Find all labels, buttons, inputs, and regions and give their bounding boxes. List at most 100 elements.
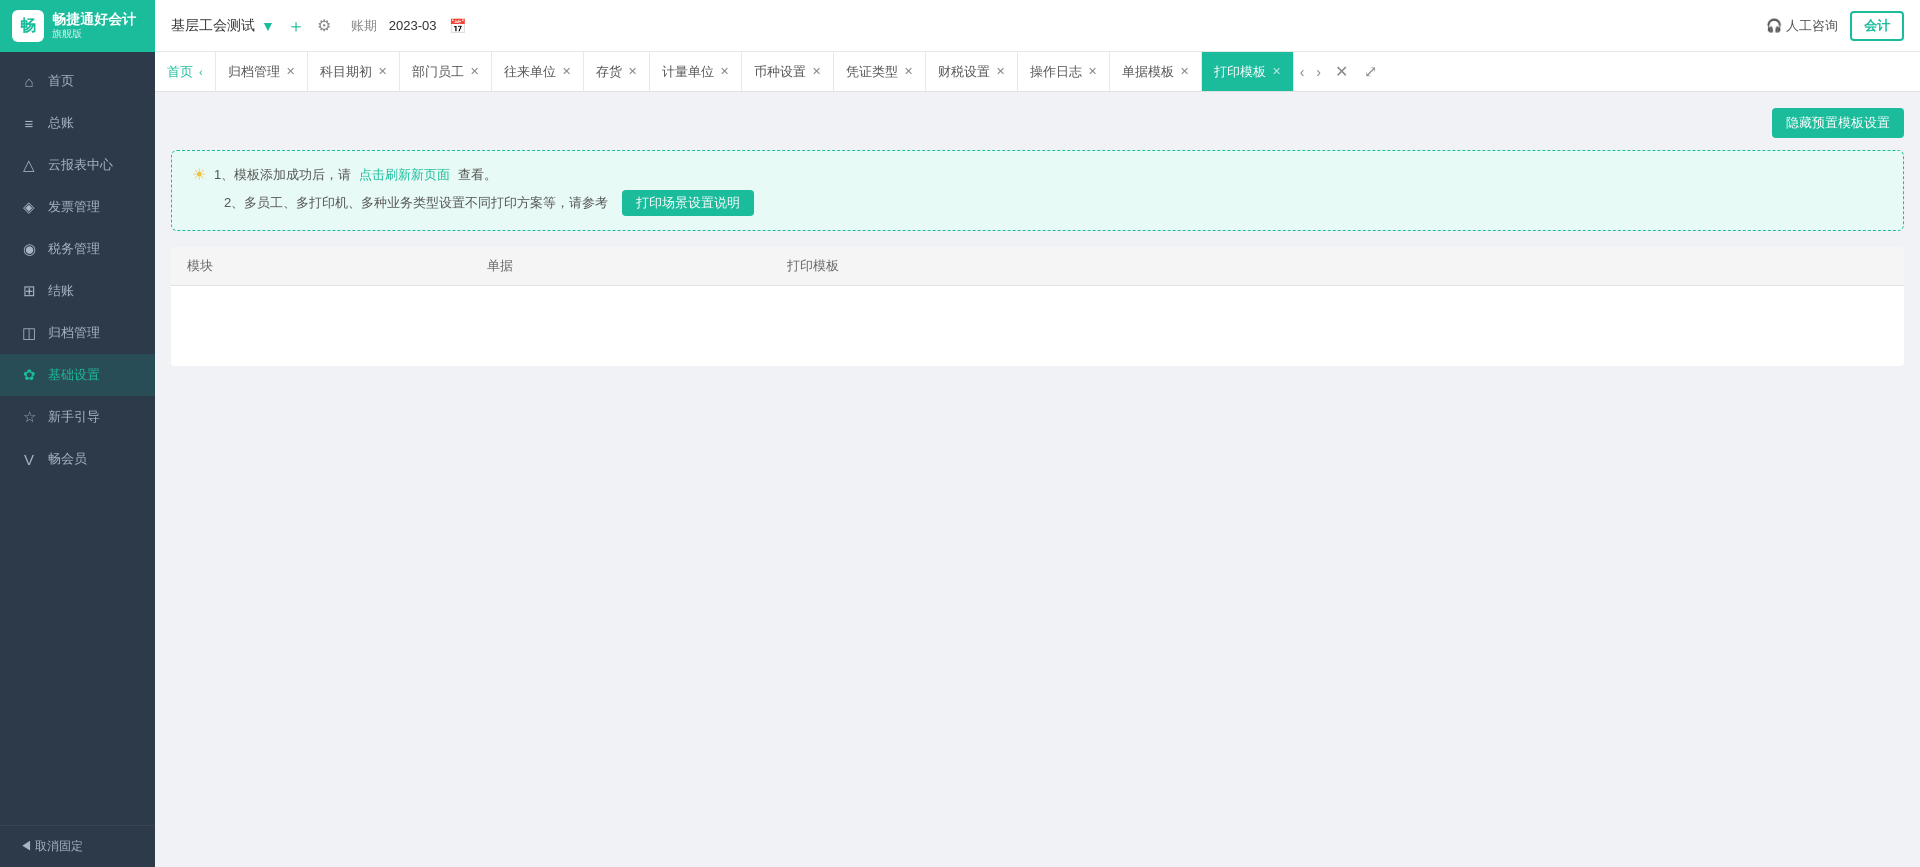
tab-label: 财税设置 xyxy=(938,63,990,81)
tab-inventory[interactable]: 存货 ✕ xyxy=(584,52,650,91)
sidebar-item-guide[interactable]: ☆ 新手引导 xyxy=(0,396,155,438)
tab-close-icon[interactable]: ✕ xyxy=(286,65,295,78)
refresh-page-link[interactable]: 点击刷新新页面 xyxy=(359,166,450,184)
tab-supplier[interactable]: 往来单位 ✕ xyxy=(492,52,584,91)
tab-printtemplate[interactable]: 打印模板 ✕ xyxy=(1202,52,1294,91)
sidebar: 畅 畅捷通好会计 旗舰版 ⌂ 首页 ≡ 总账 △ 云报表中心 ◈ 发票管理 ◉ … xyxy=(0,0,155,867)
tab-close-icon[interactable]: ✕ xyxy=(1180,65,1189,78)
tab-label: 存货 xyxy=(596,63,622,81)
period-label: 账期 xyxy=(351,17,377,35)
sidebar-item-label: 发票管理 xyxy=(48,198,100,216)
tab-label: 部门员工 xyxy=(412,63,464,81)
print-scene-button[interactable]: 打印场景设置说明 xyxy=(622,190,754,216)
tab-singledoc[interactable]: 单据模板 ✕ xyxy=(1110,52,1202,91)
tab-close-icon[interactable]: ✕ xyxy=(904,65,913,78)
tab-close-icon[interactable]: ✕ xyxy=(1272,65,1281,78)
tab-close-icon[interactable]: ✕ xyxy=(562,65,571,78)
hide-template-button[interactable]: 隐藏预置模板设置 xyxy=(1772,108,1904,138)
info-row-2: 2、多员工、多打印机、多种业务类型设置不同打印方案等，请参考 打印场景设置说明 xyxy=(192,190,1883,216)
tab-unit[interactable]: 计量单位 ✕ xyxy=(650,52,742,91)
sidebar-item-home[interactable]: ⌂ 首页 xyxy=(0,60,155,102)
sidebar-item-member[interactable]: V 畅会员 xyxy=(0,438,155,480)
tab-close-icon[interactable]: ✕ xyxy=(996,65,1005,78)
tab-label: 计量单位 xyxy=(662,63,714,81)
support-label: 人工咨询 xyxy=(1786,17,1838,35)
closing-icon: ⊞ xyxy=(20,282,38,300)
tax-icon: ◉ xyxy=(20,240,38,258)
period-value: 2023-03 xyxy=(389,18,437,33)
sidebar-nav: ⌂ 首页 ≡ 总账 △ 云报表中心 ◈ 发票管理 ◉ 税务管理 ⊞ 结账 ◫ 归… xyxy=(0,52,155,825)
member-icon: V xyxy=(20,451,38,468)
table-header: 模块 单据 打印模板 xyxy=(171,247,1904,286)
sidebar-item-label: 首页 xyxy=(48,72,74,90)
sidebar-item-closing[interactable]: ⊞ 结账 xyxy=(0,270,155,312)
sidebar-item-archive[interactable]: ◫ 归档管理 xyxy=(0,312,155,354)
info-row-1: ☀ 1、模板添加成功后，请 点击刷新新页面 查看。 xyxy=(192,165,1883,184)
tab-nav-prev: ‹ xyxy=(199,66,203,78)
sidebar-item-label: 税务管理 xyxy=(48,240,100,258)
sidebar-item-invoice[interactable]: ◈ 发票管理 xyxy=(0,186,155,228)
tab-label: 操作日志 xyxy=(1030,63,1082,81)
tab-close-icon[interactable]: ✕ xyxy=(378,65,387,78)
action-bar: 隐藏预置模板设置 xyxy=(171,108,1904,138)
tab-close-icon[interactable]: ✕ xyxy=(720,65,729,78)
tab-label: 单据模板 xyxy=(1122,63,1174,81)
info-line1-suffix: 查看。 xyxy=(458,166,497,184)
guide-icon: ☆ xyxy=(20,408,38,426)
tab-dept[interactable]: 部门员工 ✕ xyxy=(400,52,492,91)
topbar: 基层工会测试 ▼ ＋ ⚙ 账期 2023-03 📅 🎧 人工咨询 会计 xyxy=(155,0,1920,52)
sidebar-unpin-button[interactable]: ◀ 取消固定 xyxy=(0,825,155,867)
tab-scroll-right[interactable]: › xyxy=(1310,52,1327,91)
tab-label: 首页 xyxy=(167,63,193,81)
tab-close-icon[interactable]: ✕ xyxy=(812,65,821,78)
invoice-icon: ◈ xyxy=(20,198,38,216)
tab-subject[interactable]: 科目期初 ✕ xyxy=(308,52,400,91)
data-table: 模块 单据 打印模板 xyxy=(171,247,1904,366)
tab-close-icon[interactable]: ✕ xyxy=(470,65,479,78)
sidebar-item-label: 畅会员 xyxy=(48,450,87,468)
tab-oplog[interactable]: 操作日志 ✕ xyxy=(1018,52,1110,91)
table-empty-state xyxy=(171,286,1904,366)
sidebar-item-report[interactable]: △ 云报表中心 xyxy=(0,144,155,186)
info-box: ☀ 1、模板添加成功后，请 点击刷新新页面 查看。 2、多员工、多打印机、多种业… xyxy=(171,150,1904,231)
settings-gear-icon[interactable]: ⚙ xyxy=(317,16,331,35)
calendar-icon[interactable]: 📅 xyxy=(449,18,466,34)
tab-close-icon[interactable]: ✕ xyxy=(628,65,637,78)
tab-tax-set[interactable]: 财税设置 ✕ xyxy=(926,52,1018,91)
company-name: 基层工会测试 xyxy=(171,17,255,35)
col-doc-header: 单据 xyxy=(487,257,787,275)
content-area: 隐藏预置模板设置 ☀ 1、模板添加成功后，请 点击刷新新页面 查看。 2、多员工… xyxy=(155,92,1920,867)
tab-label: 凭证类型 xyxy=(846,63,898,81)
report-icon: △ xyxy=(20,156,38,174)
tab-archive[interactable]: 归档管理 ✕ xyxy=(216,52,308,91)
sidebar-item-settings[interactable]: ✿ 基础设置 xyxy=(0,354,155,396)
tab-scroll-left[interactable]: ‹ xyxy=(1294,52,1311,91)
company-selector[interactable]: 基层工会测试 ▼ xyxy=(171,17,275,35)
topbar-right: 🎧 人工咨询 会计 xyxy=(1766,11,1904,41)
sidebar-item-label: 云报表中心 xyxy=(48,156,113,174)
tabbar: 首页 ‹ 归档管理 ✕ 科目期初 ✕ 部门员工 ✕ 往来单位 ✕ 存货 ✕ 计量… xyxy=(155,52,1920,92)
sidebar-item-tax[interactable]: ◉ 税务管理 xyxy=(0,228,155,270)
add-tab-button[interactable]: ＋ xyxy=(287,17,305,35)
accountant-button[interactable]: 会计 xyxy=(1850,11,1904,41)
tab-currency[interactable]: 币种设置 ✕ xyxy=(742,52,834,91)
tab-home[interactable]: 首页 ‹ xyxy=(155,52,216,91)
support-button[interactable]: 🎧 人工咨询 xyxy=(1766,17,1838,35)
sidebar-item-ledger[interactable]: ≡ 总账 xyxy=(0,102,155,144)
col-template-header: 打印模板 xyxy=(787,257,1888,275)
settings-icon: ✿ xyxy=(20,366,38,384)
sidebar-item-label: 归档管理 xyxy=(48,324,100,342)
tab-label: 往来单位 xyxy=(504,63,556,81)
info-line2-prefix: 2、多员工、多打印机、多种业务类型设置不同打印方案等，请参考 xyxy=(224,194,608,212)
sidebar-item-label: 基础设置 xyxy=(48,366,100,384)
headset-icon: 🎧 xyxy=(1766,18,1782,33)
ledger-icon: ≡ xyxy=(20,115,38,132)
tab-voucher[interactable]: 凭证类型 ✕ xyxy=(834,52,926,91)
tab-close-icon[interactable]: ✕ xyxy=(1088,65,1097,78)
tab-expand-button[interactable]: ⤢ xyxy=(1356,52,1385,91)
tab-close-all-button[interactable]: ✕ xyxy=(1327,52,1356,91)
tab-label: 归档管理 xyxy=(228,63,280,81)
home-icon: ⌂ xyxy=(20,73,38,90)
tab-label: 币种设置 xyxy=(754,63,806,81)
logo-icon: 畅 xyxy=(12,10,44,42)
